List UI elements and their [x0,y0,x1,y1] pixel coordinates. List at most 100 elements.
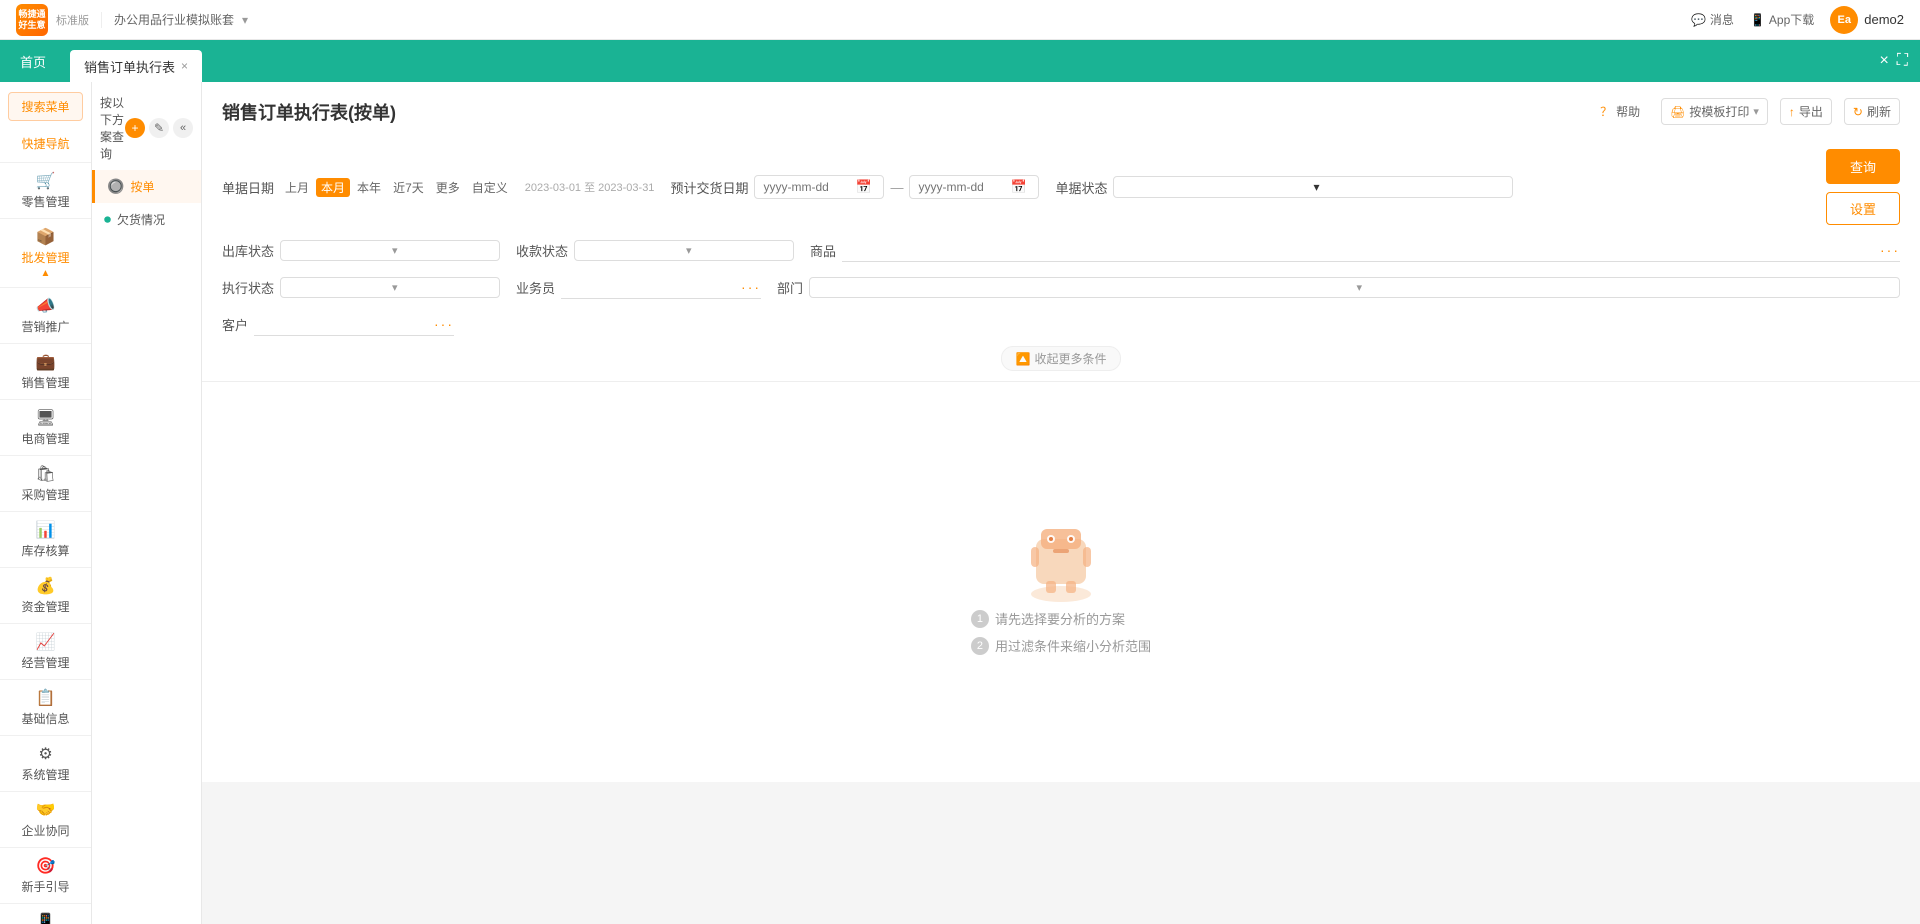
expected-date-start-field[interactable] [763,180,851,194]
sidebar-system-section: ⚙ 系统管理 [0,736,91,792]
left-panel-item-debt[interactable]: ⏺ 欠货情况 [92,203,201,236]
filter-date-item: 单据日期 上月 本月 本年 近7天 更多 自定义 2023-03-01 至 20… [222,178,654,197]
date-tab-curmonth[interactable]: 本月 [316,178,350,197]
salesman-input-area[interactable]: ··· [561,276,761,299]
app-download-button[interactable]: 📱 App下载 [1750,11,1814,28]
avatar: Ea [1830,6,1858,34]
sidebar-item-operation[interactable]: 📈 经营管理 [0,624,91,679]
sidebar-item-system[interactable]: ⚙ 系统管理 [0,736,91,791]
sidebar-purchase-section: 🛍 采购管理 [0,456,91,512]
close-window-icon[interactable]: × [1879,52,1888,70]
quicknav-label[interactable]: 快捷导航 [0,131,91,156]
dept-chevron-icon: ▾ [1357,281,1891,294]
action-buttons: 查询 设置 [1826,149,1900,225]
sidebar-item-wholesale[interactable]: 📦 批发管理 ▲ [0,219,91,287]
ecommerce-icon: 🖥 [35,408,55,428]
tip-2-number: 2 [971,637,989,655]
goods-label: 商品 [810,241,836,260]
filter-warehouse-item: 出库状态 ▾ [222,240,500,261]
warehouse-label: 出库状态 [222,241,274,260]
sidebar: 搜索菜单 快捷导航 🛒 零售管理 📦 批发管理 ▲ 📣 营销推广 [0,82,92,924]
search-menu-button[interactable]: 搜索菜单 [8,92,83,121]
date-tab-lastmonth[interactable]: 上月 [280,178,314,197]
inventory-icon: 📊 [36,520,56,540]
tip-1-number: 1 [971,610,989,628]
expected-date-end-input[interactable]: 📅 [909,175,1039,199]
sidebar-finance-section: 💰 资金管理 [0,568,91,624]
refresh-button[interactable]: ↻ 刷新 [1844,98,1900,125]
sidebar-item-sales[interactable]: 💼 销售管理 [0,344,91,399]
warehouse-select[interactable]: ▾ [280,240,500,261]
sidebar-item-marketing[interactable]: 📣 营销推广 [0,288,91,343]
refresh-icon: ↻ [1853,105,1863,119]
sidebar-item-inventory[interactable]: 📊 库存核算 [0,512,91,567]
left-panel-actions: + ✎ « [125,118,193,138]
dept-select[interactable]: ▾ [809,277,1900,298]
empty-tips: 1 请先选择要分析的方案 2 用过滤条件来缩小分析范围 [971,609,1151,655]
expected-date-start-input[interactable]: 📅 [754,175,884,199]
edit-scheme-button[interactable]: ✎ [149,118,169,138]
wholesale-icon: 📦 [36,227,56,247]
left-panel-title: 按以下方案查询 [100,94,125,162]
sidebar-item-finance[interactable]: 💰 资金管理 [0,568,91,623]
basic-icon: 📋 [36,688,56,708]
sidebar-item-basic[interactable]: 📋 基础信息 [0,680,91,735]
salesman-dots-icon[interactable]: ··· [741,279,761,295]
date-tab-more[interactable]: 更多 [431,178,465,197]
goods-input-area[interactable]: ··· [842,239,1900,262]
date-tab-curyear[interactable]: 本年 [352,178,386,197]
collection-label: 收款状态 [516,241,568,260]
customer-dots-icon[interactable]: ··· [434,316,454,332]
filter-exec-item: 执行状态 ▾ [222,277,500,298]
sidebar-item-purchase[interactable]: 🛍 采购管理 [0,456,91,511]
exec-select[interactable]: ▾ [280,277,500,298]
sidebar-item-guide[interactable]: 🎯 新手引导 [0,848,91,903]
data-area: 1 请先选择要分析的方案 2 用过滤条件来缩小分析范围 [202,382,1920,782]
sidebar-sales-section: 💼 销售管理 [0,344,91,400]
date-tab-7days[interactable]: 近7天 [388,178,429,197]
warehouse-chevron-icon: ▾ [392,244,491,257]
sidebar-item-ecommerce[interactable]: 🖥 电商管理 [0,400,91,455]
export-button[interactable]: ↑ 导出 [1780,98,1832,125]
content-area: 按以下方案查询 + ✎ « 🔘 按单 ⏺ 欠货情况 [92,82,1920,924]
breadcrumb-arrow-icon[interactable]: ▾ [242,13,248,27]
sidebar-item-retail[interactable]: 🛒 零售管理 [0,163,91,218]
customer-input-area[interactable]: ··· [254,313,454,336]
add-scheme-button[interactable]: + [125,118,145,138]
expected-date-end-field[interactable] [918,180,1006,194]
topbar-subtitle: 标准版 [56,12,89,28]
collapse-button[interactable]: 🔼 收起更多条件 [1001,346,1122,371]
sidebar-inventory-section: 📊 库存核算 [0,512,91,568]
sidebar-item-appstore[interactable]: 📱 应用中心 [0,904,91,924]
topbar-right: 💬 消息 📱 App下载 Ea demo2 [1691,6,1904,34]
status-select[interactable]: ▾ [1113,176,1513,198]
collapse-chevron-icon: 🔼 [1016,352,1031,366]
goods-dots-icon[interactable]: ··· [1880,242,1900,258]
date-range-text: 2023-03-01 至 2023-03-31 [525,179,655,195]
message-button[interactable]: 💬 消息 [1691,11,1734,28]
appstore-icon: 📱 [36,912,56,924]
filter-collection-item: 收款状态 ▾ [516,240,794,261]
sidebar-item-enterprise[interactable]: 🤝 企业协同 [0,792,91,847]
filter-row-4: 客户 ··· [222,313,1900,336]
print-chevron-icon: ▾ [1753,105,1759,118]
print-button[interactable]: 🖨 按模板打印 ▾ [1661,98,1768,125]
customer-label: 客户 [222,315,248,334]
date-tab-custom[interactable]: 自定义 [467,178,513,197]
query-button[interactable]: 查询 [1826,149,1900,184]
tab-close-icon[interactable]: × [181,59,188,73]
collapse-panel-button[interactable]: « [173,118,193,138]
user-profile[interactable]: Ea demo2 [1830,6,1904,34]
settings-button[interactable]: 设置 [1826,192,1900,225]
sidebar-basic-section: 📋 基础信息 [0,680,91,736]
tab-home[interactable]: 首页 [0,40,66,82]
filter-goods-item: 商品 ··· [810,239,1900,262]
breadcrumb: 办公用品行业模拟账套 [114,11,234,28]
operation-icon: 📈 [36,632,56,652]
sidebar-guide-section: 🎯 新手引导 [0,848,91,904]
tab-sales-order[interactable]: 销售订单执行表 × [70,50,202,82]
left-panel-item-anpre[interactable]: 🔘 按单 [92,170,201,203]
maximize-window-icon[interactable]: ⛶ [1897,52,1908,70]
help-button[interactable]: ？ 帮助 [1591,98,1649,125]
collection-select[interactable]: ▾ [574,240,794,261]
